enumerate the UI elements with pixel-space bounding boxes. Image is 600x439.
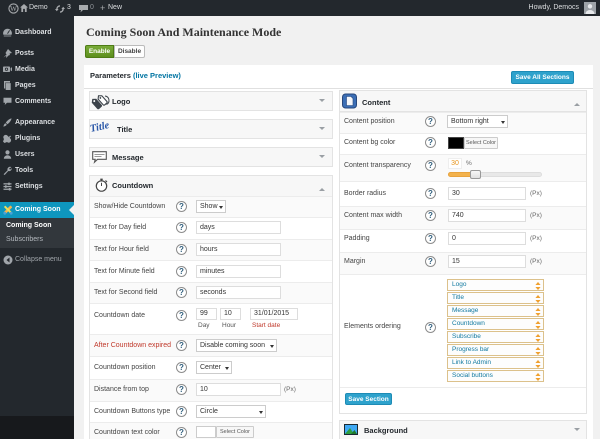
svg-text:W: W <box>10 4 17 13</box>
